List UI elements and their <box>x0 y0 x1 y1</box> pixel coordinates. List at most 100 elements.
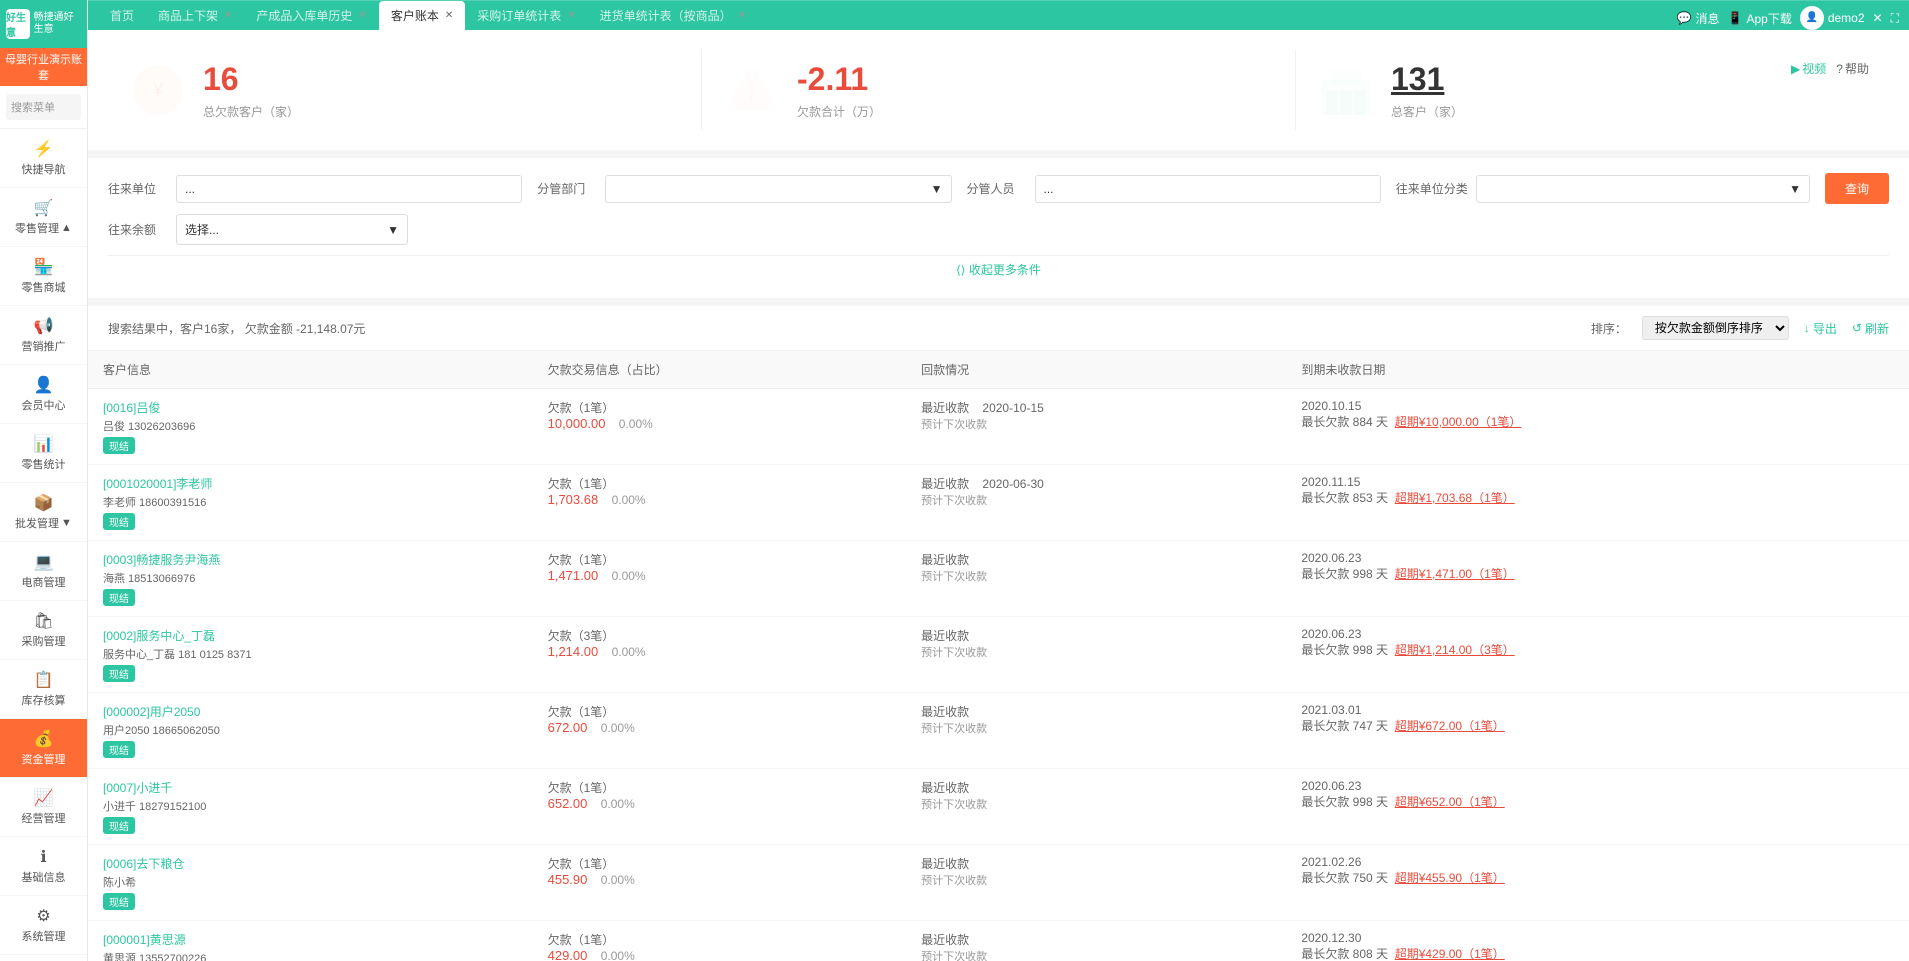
customer-name-link[interactable]: [0003]畅捷服务尹海燕 <box>103 551 518 568</box>
sort-select[interactable]: 按欠款金额倒序排序 <box>1642 316 1789 340</box>
debt-amount: 1,703.68 <box>548 492 599 507</box>
inventory-icon: 📋 <box>6 670 81 690</box>
due-date-cell: 2021.03.01 最长欠款 747 天 超期¥672.00（1笔） <box>1286 693 1909 769</box>
recent-collect-label: 最近收款 <box>921 627 1271 644</box>
tab-customer-account[interactable]: 客户账本 ✕ <box>379 1 465 30</box>
tabs-bar: 首页 商品上下架 ✕ 产成品入库单历史 ✕ 客户账本 ✕ 采购订单统计表 ✕ <box>88 0 1909 30</box>
debt-count: 欠款（1笔） <box>548 855 891 872</box>
customer-name-link[interactable]: [0016]吕俊 <box>103 399 518 416</box>
from-unit-label: 往来单位 <box>108 180 168 197</box>
sidebar-item-system[interactable]: ⚙ 系统管理 <box>0 896 87 955</box>
customer-name-link[interactable]: [000001]黄思源 <box>103 931 518 948</box>
customer-name-link[interactable]: [0002]服务中心_丁磊 <box>103 627 518 644</box>
customer-name-link[interactable]: [0007]小进千 <box>103 779 518 796</box>
tab-product-history[interactable]: 产成品入库单历史 ✕ <box>244 1 378 30</box>
help-button[interactable]: ? 帮助 <box>1836 60 1869 77</box>
message-button[interactable]: 💬 消息 <box>1677 10 1720 27</box>
table-row: [0003]畅捷服务尹海燕 海燕 18513066976 现结 欠款（1笔） 1… <box>88 541 1909 617</box>
sidebar-item-finance[interactable]: 💰 资金管理 <box>0 719 87 778</box>
overdue-amount-link[interactable]: 超期¥652.00（1笔） <box>1395 795 1505 809</box>
sidebar-item-batch-mgmt[interactable]: 📦 批发管理 ▼ <box>0 483 87 542</box>
sidebar-item-quick-nav[interactable]: ⚡ 快捷导航 <box>0 129 87 188</box>
collapse-filters-button[interactable]: ⟨⟩ 收起更多条件 <box>108 255 1889 283</box>
sidebar-item-enterprise[interactable]: 🏢 企业协同 <box>0 955 87 961</box>
sidebar-item-ecommerce[interactable]: 💻 电商管理 <box>0 542 87 601</box>
dept-select[interactable]: ▼ <box>605 175 951 203</box>
sidebar-item-purchase[interactable]: 🛍 采购管理 <box>0 601 87 660</box>
app-download-button[interactable]: 📱 App下载 <box>1728 10 1792 27</box>
tab-product-history-close[interactable]: ✕ <box>358 10 366 21</box>
table-row: [0006]去下粮仓 陈小希 现结 欠款（1笔） 455.90 0.00% 最近… <box>88 845 1909 921</box>
search-menu-button[interactable]: 搜索菜单 <box>6 94 81 120</box>
person-input[interactable]: ... <box>1035 175 1381 203</box>
sidebar-item-marketing[interactable]: 📢 营销推广 <box>0 306 87 365</box>
finance-icon: 💰 <box>6 729 81 749</box>
recent-collect-label: 最近收款 <box>921 931 1271 948</box>
user-avatar[interactable]: 👤 demo2 <box>1800 6 1865 30</box>
tab-purchase-stat-close[interactable]: ✕ <box>738 10 746 21</box>
next-collect-label: 预计下次收款 <box>921 948 1271 961</box>
customer-name-link[interactable]: [000002]用户2050 <box>103 703 518 720</box>
collection-cell: 最近收款 2020-10-15 预计下次收款 <box>906 389 1286 465</box>
stat-number-debt-amount: -2.11 <box>797 60 1275 98</box>
customer-info-cell: [0016]吕俊 吕俊 13026203696 现结 <box>88 389 533 465</box>
purchase-icon: 🛍 <box>6 611 81 631</box>
tab-product-offline[interactable]: 商品上下架 ✕ <box>146 1 244 30</box>
video-help-button[interactable]: ▶ 视频 <box>1791 60 1826 77</box>
sidebar-item-inventory[interactable]: 📋 库存核算 <box>0 660 87 719</box>
debt-amount: 672.00 <box>548 720 588 735</box>
tab-customer-account-close[interactable]: ✕ <box>445 10 453 21</box>
next-collect-label: 预计下次收款 <box>921 492 1271 508</box>
overdue-amount-link[interactable]: 超期¥672.00（1笔） <box>1395 719 1505 733</box>
stat-icon-total <box>1316 60 1376 120</box>
unit-class-select[interactable]: ▼ <box>1476 175 1810 203</box>
debt-count: 欠款（1笔） <box>548 703 891 720</box>
overdue-amount-link[interactable]: 超期¥10,000.00（1笔） <box>1395 415 1522 429</box>
video-icon: ▶ <box>1791 62 1800 76</box>
tab-home-label: 首页 <box>110 7 134 24</box>
tab-home[interactable]: 首页 <box>98 1 146 30</box>
sidebar-item-operations[interactable]: 📈 经营管理 <box>0 778 87 837</box>
recent-collect-label: 最近收款 2020-06-30 <box>921 475 1271 492</box>
collapse-tabs-icon[interactable]: ✕ <box>1873 11 1883 25</box>
sidebar-search-area: 搜索菜单 <box>0 86 87 129</box>
tab-purchase-order-close[interactable]: ✕ <box>567 10 575 21</box>
debt-percent: 0.00% <box>612 645 646 659</box>
sidebar-item-label: 批发管理 <box>15 515 59 531</box>
filter-balance: 往来余额 选择... ▼ <box>108 214 408 245</box>
overdue-amount-link[interactable]: 超期¥1,471.00（1笔） <box>1395 567 1515 581</box>
sidebar-item-retail-mall[interactable]: 🏪 零售商城 <box>0 247 87 306</box>
col-customer-info: 客户信息 <box>88 351 533 389</box>
due-date: 2020.06.23 <box>1301 779 1894 793</box>
overdue-amount-link[interactable]: 超期¥429.00（1笔） <box>1395 947 1505 961</box>
balance-select[interactable]: 选择... ▼ <box>176 214 408 245</box>
filter-area: 往来单位 ... 分管部门 ▼ <box>88 158 1909 298</box>
tab-purchase-order[interactable]: 采购订单统计表 ✕ <box>465 1 587 30</box>
sidebar-item-retail-stat[interactable]: 📊 零售统计 <box>0 424 87 483</box>
customer-name-link[interactable]: [0006]去下粮仓 <box>103 855 518 872</box>
sidebar-item-retail-mgmt[interactable]: 🛒 零售管理 ▲ <box>0 188 87 247</box>
overdue-amount-link[interactable]: 超期¥1,214.00（3笔） <box>1395 643 1515 657</box>
expand-tabs-icon[interactable]: ⛶ <box>1891 11 1899 26</box>
logo-text: 畅捷通好生意 <box>34 12 81 36</box>
overdue-amount-link[interactable]: 超期¥455.90（1笔） <box>1395 871 1505 885</box>
search-button[interactable]: 查询 <box>1825 173 1889 204</box>
svg-text:¥: ¥ <box>152 80 164 100</box>
refresh-button[interactable]: ↺ 刷新 <box>1852 320 1889 337</box>
sidebar-item-label: 经营管理 <box>6 810 81 826</box>
from-unit-input[interactable]: ... <box>176 175 522 203</box>
overdue-days: 最长欠款 853 天 <box>1301 491 1391 505</box>
customer-name-link[interactable]: [0001020001]李老师 <box>103 475 518 492</box>
export-button[interactable]: ↓ 导出 <box>1804 320 1837 337</box>
debt-count: 欠款（1笔） <box>548 779 891 796</box>
download-icon: 📱 <box>1728 11 1743 25</box>
sidebar-item-label: 快捷导航 <box>6 161 81 177</box>
tab-purchase-stat[interactable]: 进货单统计表（按商品） ✕ <box>588 1 758 30</box>
debt-percent: 0.00% <box>601 873 635 887</box>
overdue-amount-link[interactable]: 超期¥1,703.68（1笔） <box>1395 491 1515 505</box>
message-icon: 💬 <box>1677 11 1692 25</box>
tab-product-offline-close[interactable]: ✕ <box>224 10 232 21</box>
collection-cell: 最近收款 预计下次收款 <box>906 693 1286 769</box>
sidebar-item-member[interactable]: 👤 会员中心 <box>0 365 87 424</box>
sidebar-item-basic-info[interactable]: ℹ 基础信息 <box>0 837 87 896</box>
